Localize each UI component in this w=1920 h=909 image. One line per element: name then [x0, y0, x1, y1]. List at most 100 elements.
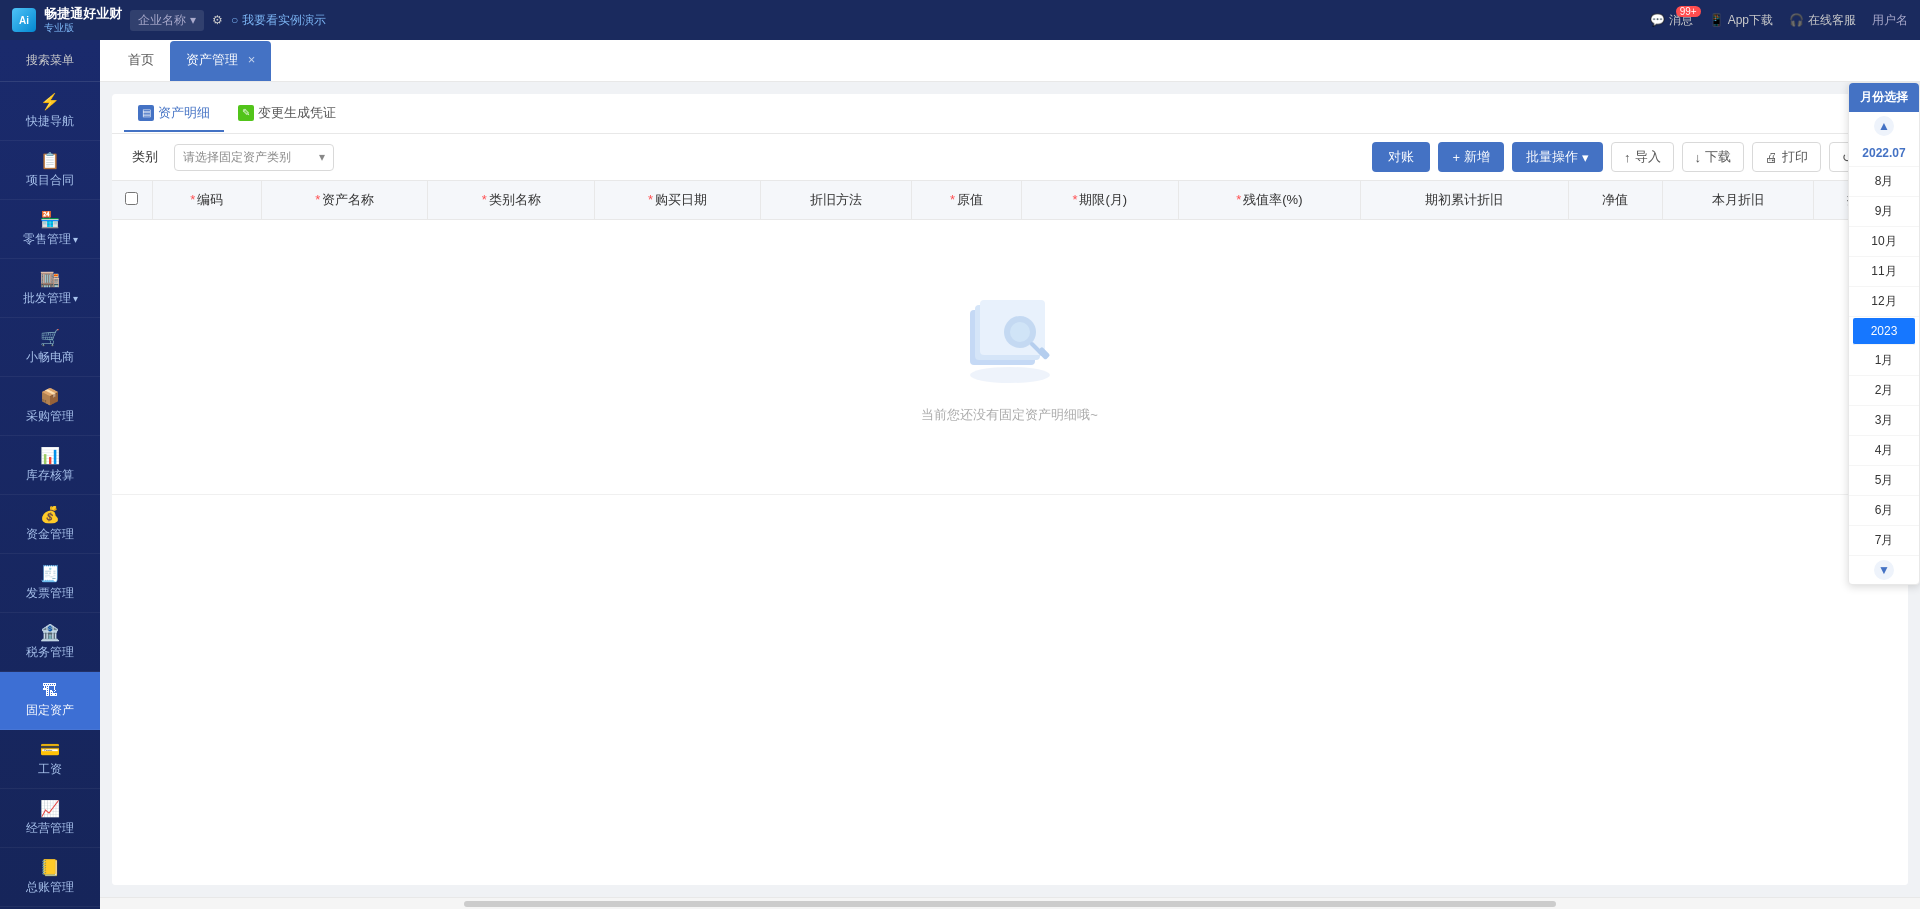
quick-nav-icon: ⚡: [40, 92, 60, 111]
demo-link-text: 我要看实例演示: [242, 12, 326, 29]
month-item-3[interactable]: 3月: [1849, 406, 1919, 436]
month-item-2[interactable]: 2月: [1849, 376, 1919, 406]
assets-table: *编码 *资产名称 *类别名称 *购买日期 折旧方法 *原值 *期限(月) *残…: [112, 181, 1908, 495]
sidebar-item-salary[interactable]: 💳 工资: [0, 730, 100, 789]
sidebar-label-ledger: 总账管理: [26, 879, 74, 896]
sidebar-item-retail[interactable]: 🏪 零售管理 ▾: [0, 200, 100, 259]
col-depreciation-method: 折旧方法: [761, 181, 912, 220]
month-item-12[interactable]: 12月: [1849, 287, 1919, 317]
month-item-4[interactable]: 4月: [1849, 436, 1919, 466]
sidebar-label-purchase: 采购管理: [26, 408, 74, 425]
tab-asset-mgmt[interactable]: 资产管理 ×: [170, 41, 271, 81]
message-icon: 💬: [1650, 13, 1665, 27]
sidebar-item-tax[interactable]: 🏦 税务管理: [0, 613, 100, 672]
tab-home-label: 首页: [128, 52, 154, 67]
online-service-button[interactable]: 🎧 在线客服: [1789, 12, 1856, 29]
enterprise-name: 企业名称: [138, 12, 186, 29]
batch-button[interactable]: 批量操作 ▾: [1512, 142, 1603, 172]
col-period: *期限(月): [1021, 181, 1178, 220]
svg-point-5: [1010, 322, 1030, 342]
online-service-label: 在线客服: [1808, 12, 1856, 29]
col-code: *编码: [152, 181, 262, 220]
toolbar-right: 对账 + 新增 批量操作 ▾ ↑ 导入: [1372, 142, 1896, 172]
month-year-2023[interactable]: 2023: [1853, 318, 1915, 345]
quick-nav-label: 快捷导航: [26, 113, 74, 130]
month-item-5[interactable]: 5月: [1849, 466, 1919, 496]
sidebar-item-project[interactable]: 📋 项目合同: [0, 141, 100, 200]
import-icon: ↑: [1624, 150, 1631, 165]
print-icon: 🖨: [1765, 150, 1778, 165]
month-item-11[interactable]: 11月: [1849, 257, 1919, 287]
month-year-display[interactable]: 2022.07: [1849, 140, 1919, 167]
col-original-value: *原值: [912, 181, 1022, 220]
download-button[interactable]: ↓ 下载: [1682, 142, 1745, 172]
select-all-checkbox[interactable]: [125, 192, 138, 205]
category-select[interactable]: 请选择固定资产类别 ▾: [174, 144, 334, 171]
sidebar-item-purchase[interactable]: 📦 采购管理: [0, 377, 100, 436]
month-item-1[interactable]: 1月: [1849, 346, 1919, 376]
demo-link[interactable]: ○ 我要看实例演示: [231, 12, 326, 29]
sidebar-item-finance[interactable]: 💰 资金管理: [0, 495, 100, 554]
sidebar-item-wholesale[interactable]: 🏬 批发管理 ▾: [0, 259, 100, 318]
chevron-down-icon: ▾: [190, 13, 196, 27]
sidebar-item-management[interactable]: 📈 经营管理: [0, 789, 100, 848]
import-button[interactable]: ↑ 导入: [1611, 142, 1674, 172]
empty-illustration: [950, 290, 1070, 390]
month-item-10[interactable]: 10月: [1849, 227, 1919, 257]
tab-close-icon[interactable]: ×: [248, 52, 256, 67]
tab-bar: 首页 资产管理 ×: [100, 40, 1920, 82]
sub-tab-bar: ▤ 资产明细 ✎ 变更生成凭证: [112, 94, 1908, 134]
sidebar-label-finance: 资金管理: [26, 526, 74, 543]
add-button[interactable]: + 新增: [1438, 142, 1504, 172]
empty-text: 当前您还没有固定资产明细哦~: [921, 406, 1098, 424]
month-nav-up-button[interactable]: ▲: [1874, 116, 1894, 136]
month-nav-up: ▲: [1849, 112, 1919, 140]
top-bar-left: Ai 畅捷通好业财 专业版 企业名称 ▾ ⚙ ○ 我要看实例演示: [12, 6, 326, 34]
sub-tab-change-voucher[interactable]: ✎ 变更生成凭证: [224, 96, 350, 132]
enterprise-selector[interactable]: 企业名称 ▾: [130, 10, 204, 31]
sidebar-item-inventory[interactable]: 📊 库存核算: [0, 436, 100, 495]
print-label: 打印: [1782, 148, 1808, 166]
sidebar-item-ledger[interactable]: 📒 总账管理: [0, 848, 100, 907]
sidebar-item-fixed-assets[interactable]: 🏗 固定资产: [0, 672, 100, 730]
app-subtitle: 专业版: [44, 22, 122, 34]
month-item-6[interactable]: 6月: [1849, 496, 1919, 526]
sidebar-label-inventory: 库存核算: [26, 467, 74, 484]
reconcile-button[interactable]: 对账: [1372, 142, 1430, 172]
sub-tab-asset-detail[interactable]: ▤ 资产明细: [124, 96, 224, 132]
search-menu-button[interactable]: 搜索菜单: [8, 48, 92, 73]
category-select-placeholder: 请选择固定资产类别: [183, 149, 291, 166]
col-category: *类别名称: [428, 181, 594, 220]
horizontal-scrollbar[interactable]: [464, 901, 1556, 907]
month-item-7[interactable]: 7月: [1849, 526, 1919, 556]
tab-home[interactable]: 首页: [112, 41, 170, 81]
month-nav-down-button[interactable]: ▼: [1874, 560, 1894, 580]
fixed-assets-icon: 🏗: [42, 682, 58, 700]
sidebar-item-quick-nav[interactable]: ⚡ 快捷导航: [0, 82, 100, 141]
col-purchase-date: *购买日期: [594, 181, 760, 220]
col-name: *资产名称: [262, 181, 428, 220]
col-monthly-depreciation: 本月折旧: [1662, 181, 1813, 220]
sub-tab-change-voucher-label: 变更生成凭证: [258, 104, 336, 122]
app-download-button[interactable]: 📱 App下载: [1709, 12, 1773, 29]
category-label: 类别: [124, 144, 166, 170]
content-area: 首页 资产管理 × ▤ 资产明细 ✎ 变更生成凭证: [100, 40, 1920, 909]
sidebar-search-area: 搜索菜单: [0, 40, 100, 82]
sidebar-label-fixed-assets: 固定资产: [26, 702, 74, 719]
col-accumulated-depreciation: 期初累计折旧: [1360, 181, 1568, 220]
settings-button[interactable]: ⚙: [212, 13, 223, 27]
month-item-9[interactable]: 9月: [1849, 197, 1919, 227]
sub-tab-asset-detail-label: 资产明细: [158, 104, 210, 122]
sidebar-label-salary: 工资: [38, 761, 62, 778]
sidebar-item-invoice[interactable]: 🧾 发票管理: [0, 554, 100, 613]
print-button[interactable]: 🖨 打印: [1752, 142, 1821, 172]
sidebar-item-ecommerce[interactable]: 🛒 小畅电商: [0, 318, 100, 377]
month-item-8[interactable]: 8月: [1849, 167, 1919, 197]
message-badge: 99+: [1676, 6, 1701, 17]
sidebar-label-project: 项目合同: [26, 172, 74, 189]
demo-icon: ○: [231, 13, 238, 27]
change-voucher-icon: ✎: [238, 105, 254, 121]
message-button[interactable]: 💬 消息 99+: [1650, 12, 1693, 29]
import-label: 导入: [1635, 148, 1661, 166]
asset-detail-icon: ▤: [138, 105, 154, 121]
